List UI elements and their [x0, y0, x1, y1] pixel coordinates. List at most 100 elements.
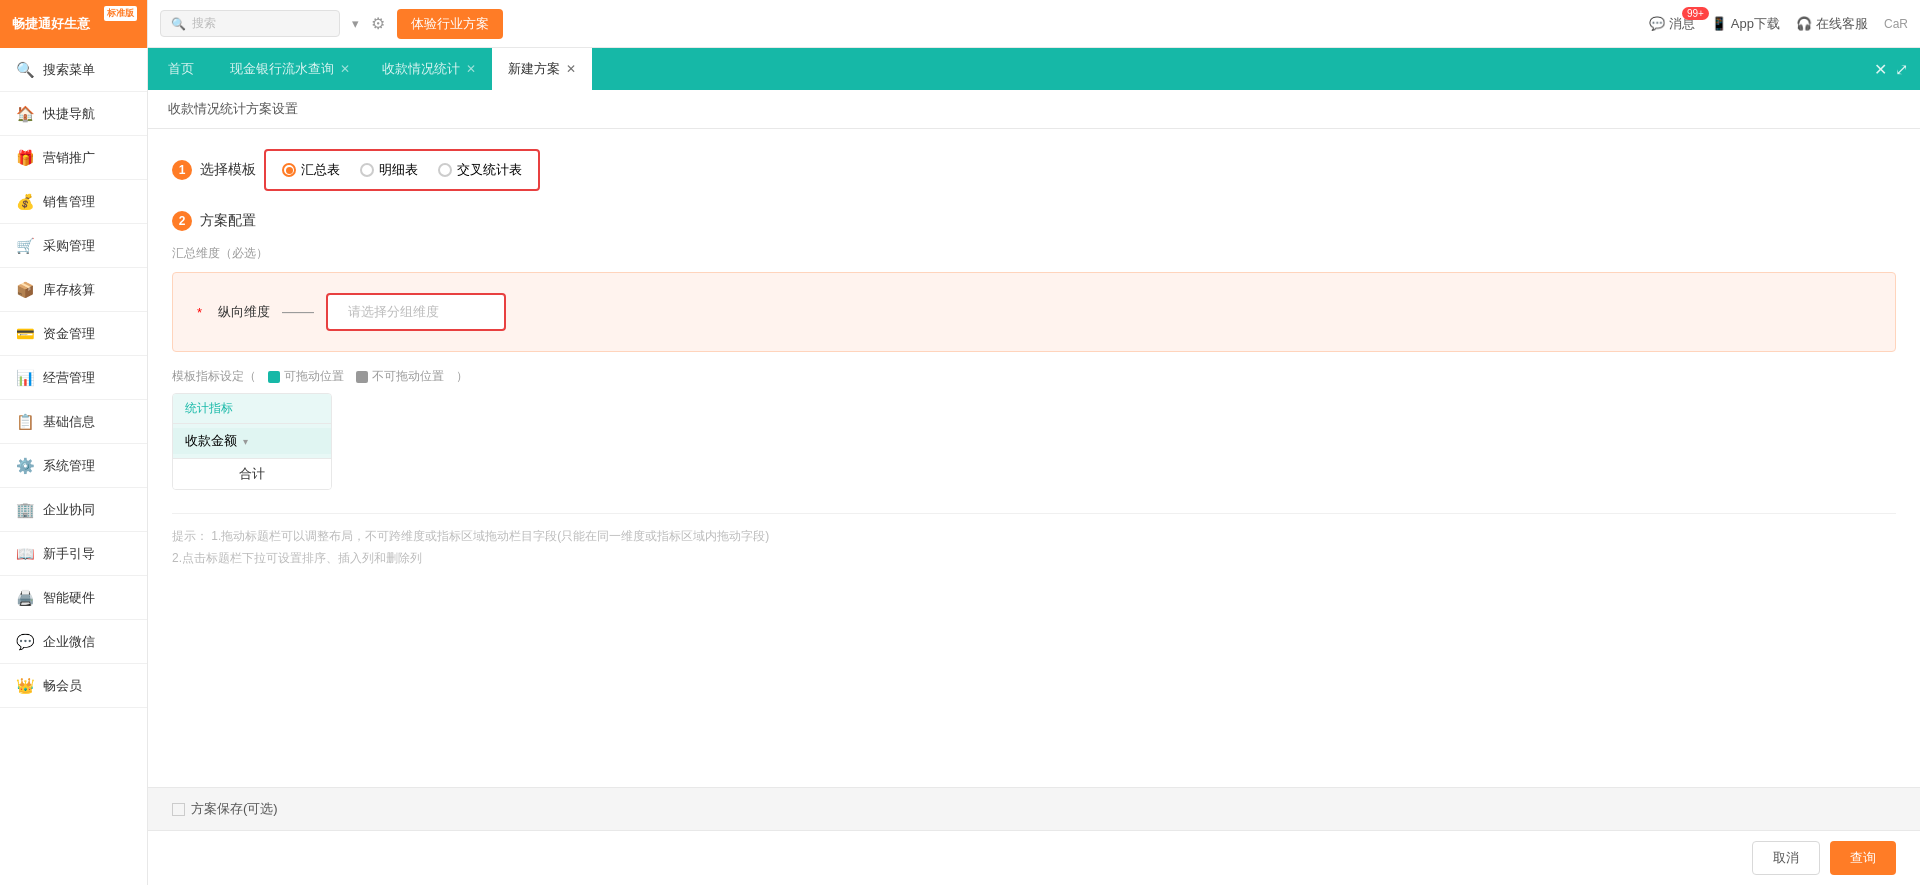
dropdown-arrow-icon[interactable]: ▾ [352, 16, 359, 31]
step1-num: 1 [172, 160, 192, 180]
sidebar-item-basic[interactable]: 📋 基础信息 [0, 400, 147, 444]
settings-icon[interactable]: ⚙ [371, 14, 385, 33]
sidebar-item-purchase[interactable]: 🛒 采购管理 [0, 224, 147, 268]
sidebar-item-quick-nav[interactable]: 🏠 快捷导航 [0, 92, 147, 136]
tabbar-actions: ✕ ⤢ [1874, 60, 1920, 79]
tab-bank[interactable]: 现金银行流水查询 ✕ [214, 48, 366, 90]
download-label: App下载 [1731, 15, 1780, 33]
app-name: 畅捷通好生意 [12, 15, 90, 33]
page-header: 收款情况统计方案设置 [148, 90, 1920, 129]
action-bar: 取消 查询 [148, 830, 1920, 885]
headset-icon: 🎧 [1796, 16, 1812, 31]
col1-label: 收款金额 [185, 432, 237, 450]
sidebar-item-label: 畅会员 [43, 677, 82, 695]
footer-save: 方案保存(可选) [148, 787, 1920, 830]
cart-icon: 🛒 [16, 237, 35, 255]
close-receipt-tab-icon[interactable]: ✕ [466, 62, 476, 76]
industry-btn[interactable]: 体验行业方案 [397, 9, 503, 39]
close-new-tab-icon[interactable]: ✕ [566, 62, 576, 76]
close-window-icon[interactable]: ✕ [1874, 60, 1887, 79]
sidebar-item-label: 营销推广 [43, 149, 95, 167]
sidebar-item-label: 基础信息 [43, 413, 95, 431]
sidebar-item-operations[interactable]: 📊 经营管理 [0, 356, 147, 400]
radio-cross[interactable]: 交叉统计表 [438, 161, 522, 179]
draggable-color-box [268, 371, 280, 383]
template-select: 汇总表 明细表 交叉统计表 [264, 149, 540, 191]
tab-new[interactable]: 新建方案 ✕ [492, 48, 592, 90]
tab-receipt-label: 收款情况统计 [382, 60, 460, 78]
main-area: 🔍 搜索 ▾ ⚙ 体验行业方案 💬 消息 99+ 📱 App下载 🎧 在线客服 … [148, 0, 1920, 885]
metrics-setting-label: 模板指标设定（ [172, 368, 256, 385]
stats-label: 统计指标 [185, 400, 233, 417]
tabbar: 首页 现金银行流水查询 ✕ 收款情况统计 ✕ 新建方案 ✕ ✕ ⤢ [148, 48, 1920, 90]
sidebar-item-label: 销售管理 [43, 193, 95, 211]
required-mark: * [197, 305, 202, 320]
fixed-legend: 不可拖动位置 [356, 368, 444, 385]
sidebar-item-wechat[interactable]: 💬 企业微信 [0, 620, 147, 664]
chart-icon: 📊 [16, 369, 35, 387]
message-icon: 💬 [1649, 16, 1665, 31]
dimension-select[interactable]: 请选择分组维度 [326, 293, 506, 331]
dimension-area: * 纵向维度 —— 请选择分组维度 [172, 272, 1896, 352]
sidebar-item-label: 企业协同 [43, 501, 95, 519]
sidebar-item-corp[interactable]: 🏢 企业协同 [0, 488, 147, 532]
topbar: 🔍 搜索 ▾ ⚙ 体验行业方案 💬 消息 99+ 📱 App下载 🎧 在线客服 … [148, 0, 1920, 48]
tab-home[interactable]: 首页 [148, 48, 214, 90]
sidebar-item-system[interactable]: ⚙️ 系统管理 [0, 444, 147, 488]
step1-header: 1 选择模板 汇总表 明细表 交叉统计表 [172, 149, 1896, 191]
sidebar-item-member[interactable]: 👑 畅会员 [0, 664, 147, 708]
radio-summary[interactable]: 汇总表 [282, 161, 340, 179]
topbar-right: 💬 消息 99+ 📱 App下载 🎧 在线客服 CaR [1649, 15, 1908, 33]
sidebar-item-hardware[interactable]: 🖨️ 智能硬件 [0, 576, 147, 620]
user-label[interactable]: CaR [1884, 17, 1908, 31]
sidebar-item-label: 搜索菜单 [43, 61, 95, 79]
sidebar-item-search[interactable]: 🔍 搜索菜单 [0, 48, 147, 92]
arrow-icon: —— [282, 303, 314, 321]
step1-title: 选择模板 [200, 161, 256, 179]
building-icon: 🏢 [16, 501, 35, 519]
tab-receipt[interactable]: 收款情况统计 ✕ [366, 48, 492, 90]
search-placeholder: 搜索 [192, 15, 216, 32]
tab-home-label: 首页 [168, 60, 194, 78]
breadcrumb: 收款情况统计方案设置 [168, 101, 298, 116]
sidebar-item-label: 智能硬件 [43, 589, 95, 607]
col-dropdown-icon[interactable]: ▾ [243, 436, 248, 447]
radio-detail[interactable]: 明细表 [360, 161, 418, 179]
dimension-config-label: 汇总维度（必选） [172, 245, 1896, 262]
metrics-total-row: 合计 [173, 459, 331, 489]
query-button[interactable]: 查询 [1830, 841, 1896, 875]
sidebar-item-inventory[interactable]: 📦 库存核算 [0, 268, 147, 312]
sidebar-item-sales[interactable]: 💰 销售管理 [0, 180, 147, 224]
search-box[interactable]: 🔍 搜索 [160, 10, 340, 37]
sidebar-logo: 畅捷通好生意 标准版 [0, 0, 147, 48]
gift-icon: 🎁 [16, 149, 35, 167]
cancel-button[interactable]: 取消 [1752, 841, 1820, 875]
card-icon: 💳 [16, 325, 35, 343]
total-label: 合计 [239, 466, 265, 481]
service-label: 在线客服 [1816, 15, 1868, 33]
printer-icon: 🖨️ [16, 589, 35, 607]
radio-detail-label: 明细表 [379, 161, 418, 179]
step2-title: 方案配置 [200, 212, 256, 230]
metrics-section: 模板指标设定（ 可拖动位置 不可拖动位置 ） 统计指标 [172, 368, 1896, 493]
close-bank-tab-icon[interactable]: ✕ [340, 62, 350, 76]
clipboard-icon: 📋 [16, 413, 35, 431]
maximize-icon[interactable]: ⤢ [1895, 60, 1908, 79]
metrics-legend: 模板指标设定（ 可拖动位置 不可拖动位置 ） [172, 368, 1896, 385]
service-btn[interactable]: 🎧 在线客服 [1796, 15, 1868, 33]
save-checkbox[interactable] [172, 803, 185, 816]
save-label: 方案保存(可选) [191, 800, 278, 818]
step2-num: 2 [172, 211, 192, 231]
money-icon: 💰 [16, 193, 35, 211]
sidebar-item-guide[interactable]: 📖 新手引导 [0, 532, 147, 576]
legend-close: ） [456, 368, 468, 385]
fixed-color-box [356, 371, 368, 383]
radio-cross-circle [438, 163, 452, 177]
sidebar-item-finance[interactable]: 💳 资金管理 [0, 312, 147, 356]
message-btn[interactable]: 💬 消息 99+ [1649, 15, 1695, 33]
tab-new-label: 新建方案 [508, 60, 560, 78]
col1-cell[interactable]: 收款金额 ▾ [173, 428, 331, 454]
sidebar-item-marketing[interactable]: 🎁 营销推广 [0, 136, 147, 180]
download-btn[interactable]: 📱 App下载 [1711, 15, 1780, 33]
sidebar-item-label: 系统管理 [43, 457, 95, 475]
